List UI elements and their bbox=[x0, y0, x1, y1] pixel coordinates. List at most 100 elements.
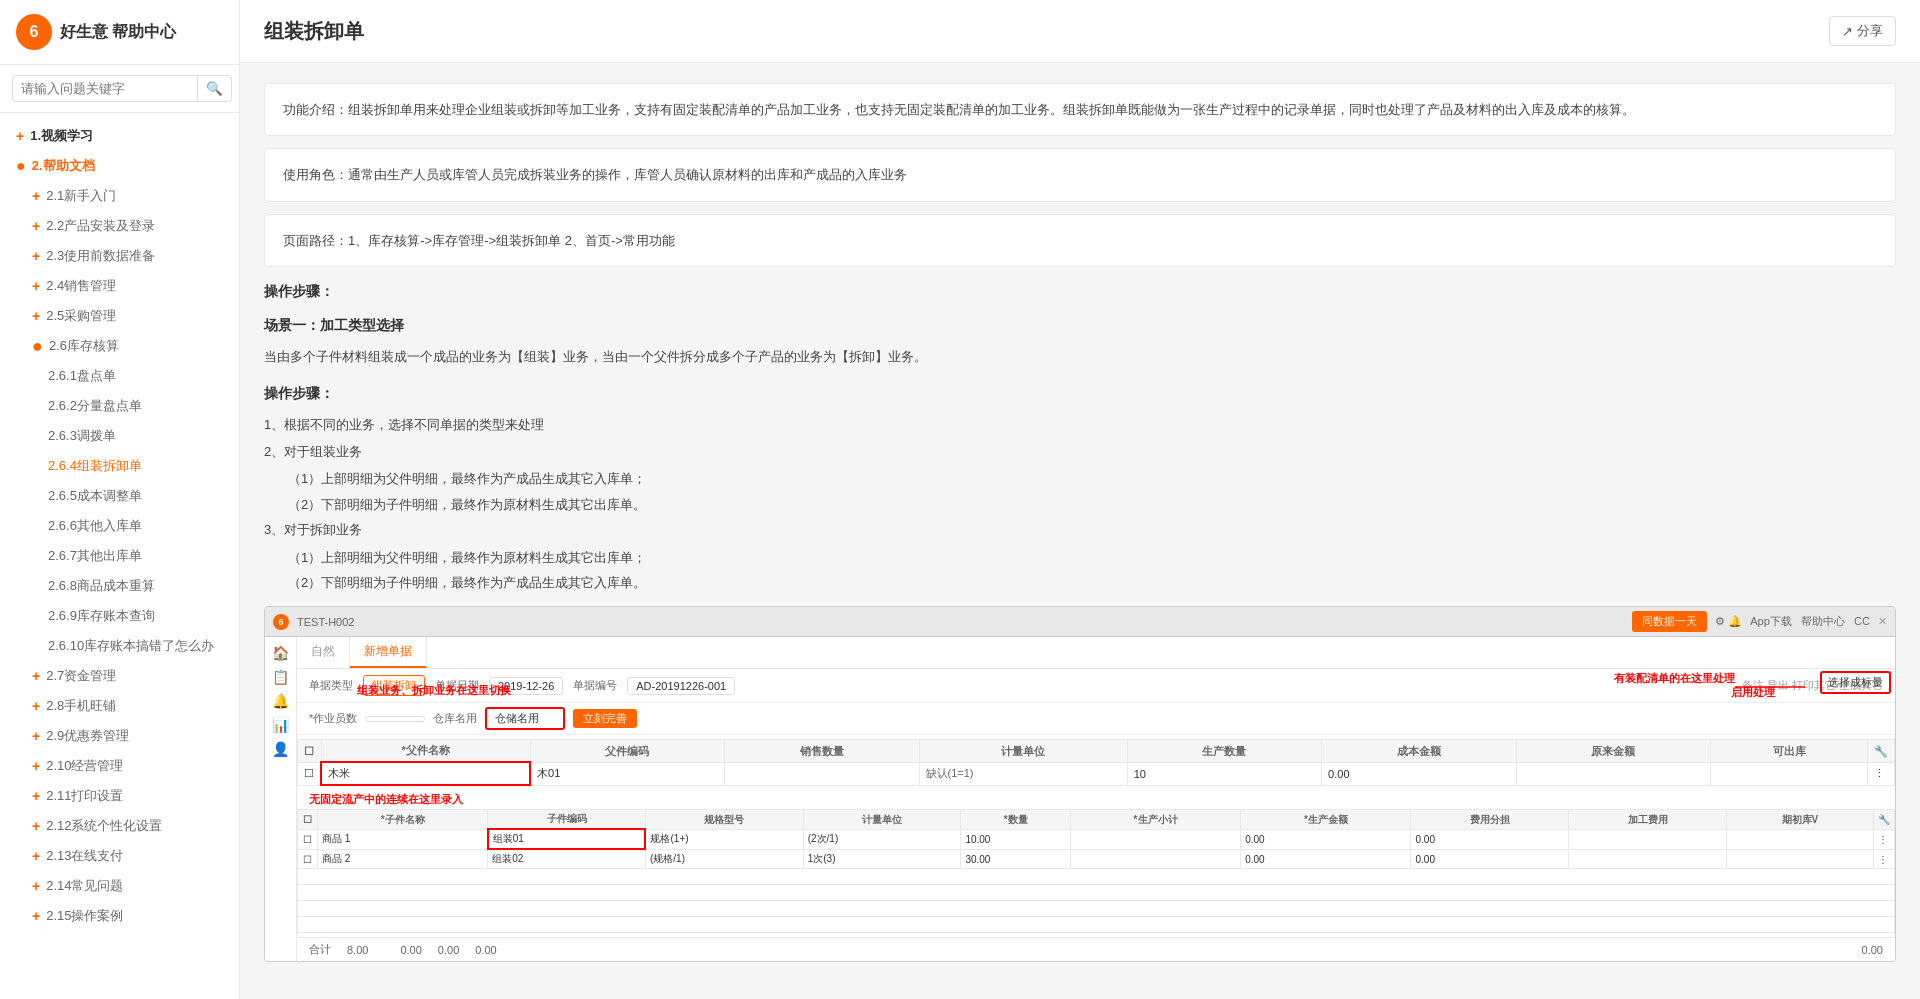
lth-qty: *数量 bbox=[961, 810, 1071, 830]
app-upper-table: ☐ *父件名称 父件编码 销售数量 计量单位 生产数量 成本金额 原来金额 可出… bbox=[297, 739, 1895, 786]
th-spec: 销售数量 bbox=[725, 740, 919, 763]
app-icon-user[interactable]: 👤 bbox=[272, 741, 289, 757]
share-button[interactable]: ↗ 分享 bbox=[1829, 16, 1896, 46]
plus-icon-10: + bbox=[32, 758, 40, 774]
ltd-sub-1 bbox=[1070, 829, 1240, 849]
nav-list: + 1.视频学习 ● 2.帮助文档 + 2.1新手入门 + 2.2产品安装及登录… bbox=[0, 113, 239, 999]
sidebar-item-sales[interactable]: + 2.4销售管理 bbox=[0, 271, 239, 301]
sidebar-item-cases[interactable]: + 2.15操作案例 bbox=[0, 901, 239, 931]
app-tab-natural[interactable]: 自然 bbox=[297, 637, 350, 668]
search-input[interactable] bbox=[12, 75, 198, 102]
app-icon-bell[interactable]: 🔔 bbox=[272, 693, 289, 709]
lth-unit: 计量单位 bbox=[803, 810, 961, 830]
sidebar-item-ledger-query[interactable]: 2.6.9库存账本查询 bbox=[0, 601, 239, 631]
role-block: 使用角色：通常由生产人员或库管人员完成拆装业务的操作，库管人员确认原材料的出库和… bbox=[264, 148, 1896, 201]
sidebar-item-customize[interactable]: + 2.12系统个性化设置 bbox=[0, 811, 239, 841]
app-lower-table-container: 无固定流产中的连续在这里录入 ☐ *子件名称 子件编码 规格型号 计量单位 *数… bbox=[297, 790, 1895, 933]
ltd-spec-1: 规格(1+) bbox=[645, 829, 803, 849]
app-screenshot-container: 6 TEST-H002 同数据一天 ⚙ 🔔 App下载 帮助中心 CC ✕ 🏠 … bbox=[264, 606, 1896, 962]
sidebar-item-install[interactable]: + 2.2产品安装及登录 bbox=[0, 211, 239, 241]
annotation4: 启用处理 bbox=[1731, 685, 1775, 700]
lth-checkbox: ☐ bbox=[298, 810, 318, 830]
ltd-act-2[interactable]: ⋮ bbox=[1874, 849, 1895, 869]
sidebar-item-stocktake[interactable]: 2.6.1盘点单 bbox=[0, 361, 239, 391]
role-text: 使用角色：通常由生产人员或库管人员完成拆装业务的操作，库管人员确认原材料的出库和… bbox=[283, 163, 1877, 186]
sidebar-item-transfer[interactable]: 2.6.3调拨单 bbox=[0, 421, 239, 451]
th-parent-code: 父件编码 bbox=[530, 740, 724, 763]
ltd-qty-2[interactable]: 30.00 bbox=[961, 849, 1071, 869]
form-label-num: 单据编号 bbox=[573, 678, 617, 693]
lth-stock: 期初库V bbox=[1726, 810, 1873, 830]
sidebar-item-video[interactable]: + 1.视频学习 bbox=[0, 121, 239, 151]
sidebar-item-cost-adj[interactable]: 2.6.5成本调整单 bbox=[0, 481, 239, 511]
td-parent-code-1: 木01 bbox=[530, 762, 724, 785]
td-qty-1[interactable]: 10 bbox=[1127, 762, 1321, 785]
step1: 1、根据不同的业务，选择不同单据的类型来处理 bbox=[264, 413, 1896, 436]
plus-icon-8: + bbox=[32, 698, 40, 714]
ltd-fee-1: 0.00 bbox=[1411, 829, 1569, 849]
app-icon-list[interactable]: 📋 bbox=[272, 669, 289, 685]
subform-warehouse-input[interactable]: 仓储名用 bbox=[485, 707, 565, 730]
sidebar-item-purchase[interactable]: + 2.5采购管理 bbox=[0, 301, 239, 331]
page-title: 组装拆卸单 bbox=[264, 18, 364, 45]
empty-row-3 bbox=[298, 869, 1895, 885]
app-tab-new[interactable]: 新增单据 bbox=[350, 637, 427, 668]
subform-input[interactable] bbox=[365, 716, 425, 722]
app-icon-home[interactable]: 🏠 bbox=[272, 645, 289, 661]
sidebar-item-coupon[interactable]: + 2.9优惠券管理 bbox=[0, 721, 239, 751]
lth-fee: 费用分担 bbox=[1411, 810, 1569, 830]
td-avail-1 bbox=[1711, 762, 1868, 785]
ltd-cb-1[interactable]: ☐ bbox=[298, 829, 318, 849]
form-label-type: 单据类型 bbox=[309, 678, 353, 693]
search-button[interactable]: 🔍 bbox=[198, 75, 232, 102]
td-parent-name-1[interactable]: 木米 bbox=[321, 762, 530, 785]
intro-block: 功能介绍：组装拆卸单用来处理企业组装或拆卸等加工业务，支持有固定装配清单的产品加… bbox=[264, 83, 1896, 136]
annotation2: 组装业务、拆卸业务在这里切换 bbox=[357, 683, 511, 698]
sidebar-item-payment[interactable]: + 2.13在线支付 bbox=[0, 841, 239, 871]
sidebar-item-mobile[interactable]: + 2.8手机旺铺 bbox=[0, 691, 239, 721]
sidebar-item-ledger-fix[interactable]: 2.6.10库存账本搞错了怎么办 bbox=[0, 631, 239, 661]
steps-section-title: 操作步骤： bbox=[264, 283, 1896, 301]
sidebar-item-other-out[interactable]: 2.6.7其他出库单 bbox=[0, 541, 239, 571]
plus-icon-5: + bbox=[32, 278, 40, 294]
subform-confirm-btn[interactable]: 立刻完善 bbox=[573, 709, 637, 728]
ltd-unit-1: (2次/1) bbox=[803, 829, 961, 849]
table-row-lower-3 bbox=[298, 869, 1895, 885]
sidebar-item-cost-recalc[interactable]: 2.6.8商品成本重算 bbox=[0, 571, 239, 601]
sidebar-item-finance[interactable]: + 2.7资金管理 bbox=[0, 661, 239, 691]
lth-code: 子件编码 bbox=[488, 810, 646, 830]
path-text: 页面路径：1、库存核算->库存管理->组装拆卸单 2、首页->常用功能 bbox=[283, 229, 1877, 252]
sidebar-item-help-docs[interactable]: ● 2.帮助文档 bbox=[0, 151, 239, 181]
sidebar-item-print[interactable]: + 2.11打印设置 bbox=[0, 781, 239, 811]
ltd-act-1[interactable]: ⋮ bbox=[1874, 829, 1895, 849]
app-sidebar-icons: 🏠 📋 🔔 📊 👤 bbox=[265, 637, 297, 961]
td-checkbox-1[interactable]: ☐ bbox=[298, 762, 322, 785]
app-icon-chart[interactable]: 📊 bbox=[272, 717, 289, 733]
footer-label: 合计 bbox=[309, 942, 331, 957]
ltd-cb-2[interactable]: ☐ bbox=[298, 849, 318, 869]
th-avail: 可出库 bbox=[1711, 740, 1868, 763]
step2: 2、对于组装业务 bbox=[264, 440, 1896, 463]
scene1-desc: 当由多个子件材料组装成一个成品的业务为【组装】业务，当由一个父件拆分成多个子产品… bbox=[264, 345, 1896, 368]
sidebar-item-assembly[interactable]: 2.6.4组装拆卸单 bbox=[0, 451, 239, 481]
lth-amount: *生产金额 bbox=[1241, 810, 1411, 830]
sidebar-item-mgmt[interactable]: + 2.10经营管理 bbox=[0, 751, 239, 781]
sidebar-item-other-in[interactable]: 2.6.6其他入库单 bbox=[0, 511, 239, 541]
sidebar-item-inventory[interactable]: ● 2.6库存核算 bbox=[0, 331, 239, 361]
sidebar-item-data-prep[interactable]: + 2.3使用前数据准备 bbox=[0, 241, 239, 271]
td-act-1[interactable]: ⋮ bbox=[1868, 762, 1895, 785]
ltd-qty-1[interactable]: 10.00 bbox=[961, 829, 1071, 849]
annotation5: 无固定流产中的连续在这里录入 bbox=[297, 790, 1895, 809]
app-btn-one[interactable]: 同数据一天 bbox=[1632, 611, 1707, 632]
lth-process: 加工费用 bbox=[1569, 810, 1727, 830]
sidebar-item-partial-stock[interactable]: 2.6.2分量盘点单 bbox=[0, 391, 239, 421]
minus-icon-2: ● bbox=[32, 337, 43, 355]
sidebar-item-faq[interactable]: + 2.14常见问题 bbox=[0, 871, 239, 901]
footer-total4: 0.00 bbox=[475, 944, 496, 956]
app-close-icon[interactable]: ✕ bbox=[1878, 615, 1887, 628]
sidebar-item-beginner[interactable]: + 2.1新手入门 bbox=[0, 181, 239, 211]
annotation-select-box[interactable]: 选择成标量 bbox=[1820, 671, 1891, 694]
ltd-code-1[interactable]: 组装01 bbox=[488, 829, 646, 849]
form-num-input[interactable]: AD-20191226-001 bbox=[627, 677, 735, 695]
steps-title2: 操作步骤： bbox=[264, 385, 1896, 403]
